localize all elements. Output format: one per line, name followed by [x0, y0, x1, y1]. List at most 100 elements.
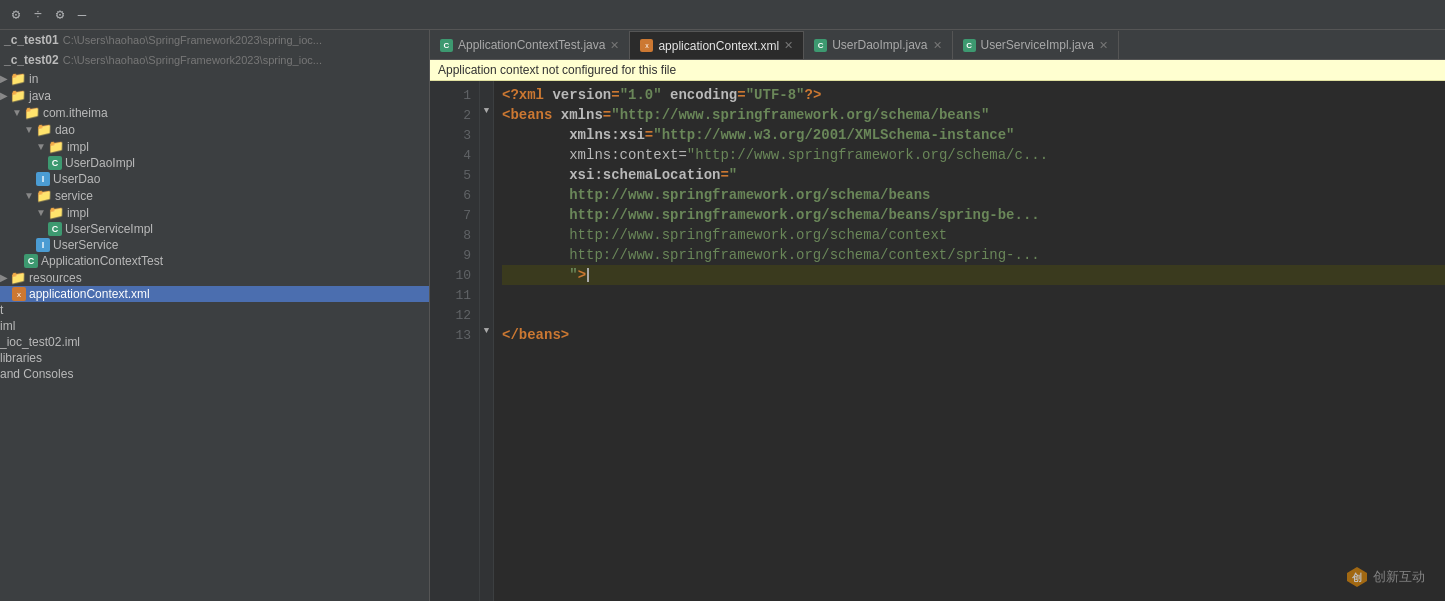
editor-wrapper: 1 2 3 4 5 6 7 8 9 10 11 12 13 ▼ [430, 81, 1445, 601]
line-num-2: 2 [430, 105, 479, 125]
minimize-icon[interactable]: — [74, 7, 90, 23]
line-num-10: 10 [430, 265, 479, 285]
xml-pi-enc-attr: encoding [662, 87, 738, 103]
close-quote: " [502, 267, 578, 283]
app-class-icon: C [24, 254, 38, 268]
xml-pi-open: <?xml [502, 87, 552, 103]
main-layout: _c_test01 C:\Users\haohao\SpringFramewor… [0, 30, 1445, 601]
url-context: http://www.springframework.org/schema/co… [502, 227, 947, 243]
sidebar-item-label: resources [29, 271, 82, 285]
code-line-12 [502, 305, 1445, 325]
cursor [587, 268, 589, 282]
sidebar-item-UserServiceImpl[interactable]: C UserServiceImpl [0, 221, 429, 237]
code-line-5: xsi:schemaLocation=" [502, 165, 1445, 185]
arrow-icon [24, 124, 34, 135]
sidebar-item-service[interactable]: 📁 service [0, 187, 429, 204]
sidebar-item-libraries[interactable]: libraries [0, 350, 429, 366]
xml-pi-ver-val: "1.0" [620, 87, 662, 103]
sidebar-item-label: UserService [53, 238, 118, 252]
line-num-12: 12 [430, 305, 479, 325]
sidebar-item-t[interactable]: t [0, 302, 429, 318]
sidebar-item-label: ApplicationContextTest [41, 254, 163, 268]
xmlns-xsi-attr: xmlns:xsi [502, 127, 645, 143]
xml-icon: x [12, 287, 26, 301]
xml-pi-enc-val: "UTF-8" [746, 87, 805, 103]
folder-icon: 📁 [36, 188, 52, 203]
sidebar-item-ApplicationContextTest[interactable]: C ApplicationContextTest [0, 253, 429, 269]
gear-icon[interactable]: ⚙ [52, 7, 68, 23]
code-line-10: "> [502, 265, 1445, 285]
beans-close-tag: </beans> [502, 327, 569, 343]
code-content[interactable]: <?xml version="1.0" encoding="UTF-8"?> <… [494, 81, 1445, 601]
sidebar-item-in[interactable]: 📁 in [0, 70, 429, 87]
arrow-icon [24, 190, 34, 201]
sidebar-item-label: UserServiceImpl [65, 222, 153, 236]
sidebar-item-impl-service[interactable]: 📁 impl [0, 204, 429, 221]
tab-class-icon: C [963, 39, 976, 52]
sidebar-item-label: impl [67, 206, 89, 220]
sidebar-item-label: UserDao [53, 172, 100, 186]
divide-icon[interactable]: ÷ [30, 7, 46, 23]
tab-close-icon[interactable]: ✕ [1099, 39, 1108, 52]
sidebar-item-java[interactable]: 📁 java [0, 87, 429, 104]
tab-UserServiceImpl[interactable]: C UserServiceImpl.java ✕ [953, 31, 1119, 59]
fold-marker-12 [480, 301, 493, 321]
tab-label: applicationContext.xml [658, 39, 779, 53]
project-entry-2[interactable]: _c_test02 C:\Users\haohao\SpringFramewor… [0, 50, 429, 70]
code-line-6: http://www.springframework.org/schema/be… [502, 185, 1445, 205]
sidebar-item-label: in [29, 72, 38, 86]
sidebar-item-applicationContext-xml[interactable]: x applicationContext.xml [0, 286, 429, 302]
code-line-1: <?xml version="1.0" encoding="UTF-8"?> [502, 85, 1445, 105]
tab-UserDaoImpl[interactable]: C UserDaoImpl.java ✕ [804, 31, 952, 59]
fold-marker-3 [480, 121, 493, 141]
url-beans-spring: http://www.springframework.org/schema/be… [502, 207, 1040, 223]
tab-ApplicationContextTest[interactable]: C ApplicationContextTest.java ✕ [430, 31, 630, 59]
tab-close-icon[interactable]: ✕ [784, 39, 793, 52]
line-numbers: 1 2 3 4 5 6 7 8 9 10 11 12 13 [430, 81, 480, 601]
tab-label: UserServiceImpl.java [981, 38, 1094, 52]
project-entry-1[interactable]: _c_test01 C:\Users\haohao\SpringFramewor… [0, 30, 429, 50]
sidebar-item-label: applicationContext.xml [29, 287, 150, 301]
line-num-13: 13 [430, 325, 479, 345]
xml-pi-ver-attr: version [552, 87, 611, 103]
sidebar-item-impl-dao[interactable]: 📁 impl [0, 138, 429, 155]
tab-xml-icon: x [640, 39, 653, 52]
tab-close-icon[interactable]: ✕ [933, 39, 942, 52]
fold-marker-13[interactable]: ▼ [480, 321, 493, 341]
beans-open-tag: <beans [502, 107, 561, 123]
project-name-2: _c_test02 [4, 53, 59, 67]
watermark-label: 创新互动 [1373, 568, 1425, 586]
url-beans: http://www.springframework.org/schema/be… [502, 187, 930, 203]
settings-icon[interactable]: ⚙ [8, 7, 24, 23]
sidebar-item-UserService[interactable]: I UserService [0, 237, 429, 253]
code-line-8: http://www.springframework.org/schema/co… [502, 225, 1445, 245]
sidebar-item-iml[interactable]: iml [0, 318, 429, 334]
project-path-2: C:\Users\haohao\SpringFramework2023\spri… [63, 54, 322, 66]
xsi-attr: xsi:schemaLocation [502, 167, 720, 183]
interface-icon: I [36, 238, 50, 252]
tab-class-icon: C [440, 39, 453, 52]
sidebar-item-UserDaoImpl[interactable]: C UserDaoImpl [0, 155, 429, 171]
project-name-1: _c_test01 [4, 33, 59, 47]
fold-marker-2[interactable]: ▼ [480, 101, 493, 121]
sidebar-item-dao[interactable]: 📁 dao [0, 121, 429, 138]
class-icon: C [48, 222, 62, 236]
code-line-4: xmlns:context="http://www.springframewor… [502, 145, 1445, 165]
arrow-icon [36, 207, 46, 218]
sidebar-item-ioc-test02-iml[interactable]: _ioc_test02.iml [0, 334, 429, 350]
sidebar-item-resources[interactable]: 📁 resources [0, 269, 429, 286]
xmlns-ctx-attr: xmlns:context [502, 147, 678, 163]
xsi-val-open: " [729, 167, 737, 183]
tab-applicationContext-xml[interactable]: x applicationContext.xml ✕ [630, 31, 804, 59]
xmlns-ctx-val: "http://www.springframework.org/schema/ [687, 147, 1015, 163]
arrow-icon [36, 141, 46, 152]
sidebar-item-and-consoles[interactable]: and Consoles [0, 366, 429, 382]
interface-icon: I [36, 172, 50, 186]
code-line-11 [502, 285, 1445, 305]
sidebar-item-com-itheima[interactable]: 📁 com.itheima [0, 104, 429, 121]
code-editor[interactable]: 1 2 3 4 5 6 7 8 9 10 11 12 13 ▼ [430, 81, 1445, 601]
info-bar: Application context not configured for t… [430, 60, 1445, 81]
sidebar-item-label: _ioc_test02.iml [0, 335, 80, 349]
sidebar-item-UserDao[interactable]: I UserDao [0, 171, 429, 187]
tab-close-icon[interactable]: ✕ [610, 39, 619, 52]
